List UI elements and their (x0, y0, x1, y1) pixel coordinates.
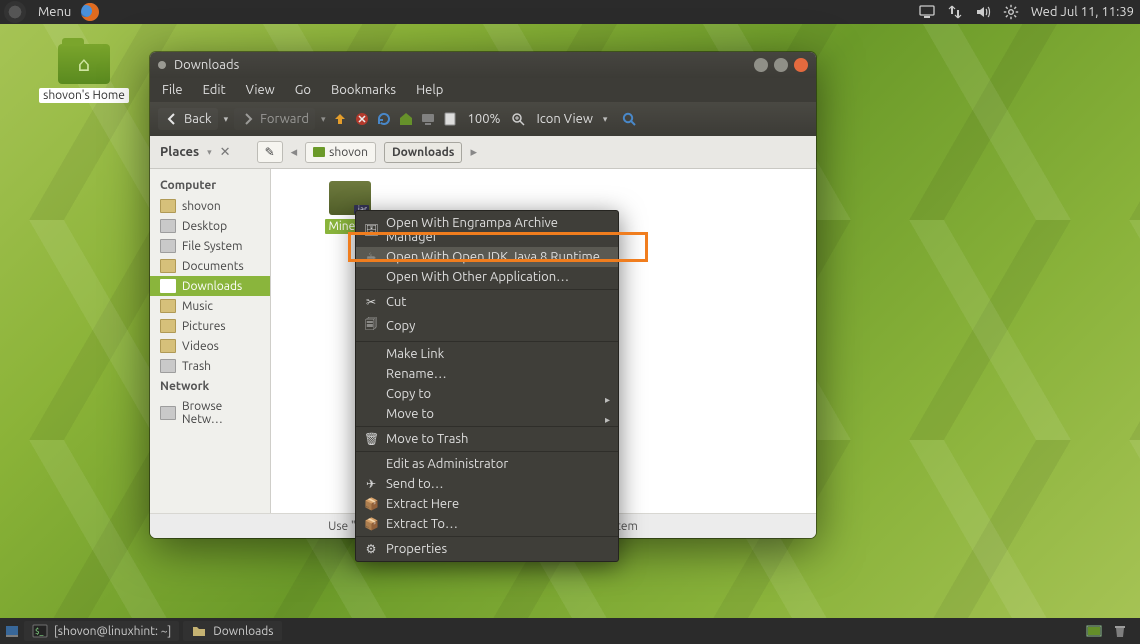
zoom-level[interactable]: 100% (464, 112, 505, 126)
show-desktop-icon[interactable] (4, 623, 20, 639)
view-mode-dropdown[interactable]: ▾ (603, 114, 608, 125)
task-files-label: Downloads (213, 625, 273, 638)
forward-history-dropdown[interactable]: ▾ (321, 114, 326, 125)
ctx-open-other[interactable]: Open With Other Application… (356, 267, 618, 287)
crumb-next-icon[interactable]: ▸ (470, 145, 477, 160)
terminal-icon: $_ (32, 623, 48, 639)
places-sidebar: Computer shovon Desktop File System Docu… (150, 169, 271, 513)
menu-file[interactable]: File (154, 81, 191, 99)
ctx-edit-admin[interactable]: Edit as Administrator (356, 454, 618, 474)
sidebar-item-downloads[interactable]: Downloads (150, 276, 270, 296)
window-title: Downloads (174, 58, 748, 72)
places-dropdown[interactable]: ▾ (207, 147, 212, 158)
task-terminal[interactable]: $_ [shovon@linuxhint: ~] (24, 621, 179, 641)
ctx-make-link[interactable]: Make Link (356, 344, 618, 364)
back-button[interactable]: Back (158, 108, 218, 130)
clock-label[interactable]: Wed Jul 11, 11:39 (1031, 5, 1134, 19)
stop-button[interactable] (354, 111, 370, 127)
folder-icon (58, 44, 110, 84)
sidebar-header-computer: Computer (150, 175, 270, 196)
network-icon[interactable] (947, 4, 963, 20)
window-titlebar[interactable]: Downloads (150, 52, 816, 78)
forward-button[interactable]: Forward (234, 108, 315, 130)
search-button[interactable] (621, 111, 637, 127)
volume-icon[interactable] (975, 4, 991, 20)
places-close-icon[interactable]: ✕ (220, 145, 231, 160)
home-button[interactable] (398, 111, 414, 127)
sidebar-item-shovon[interactable]: shovon (150, 196, 270, 216)
note-button[interactable] (442, 111, 458, 127)
breadcrumb-downloads[interactable]: Downloads (384, 142, 463, 163)
menu-go[interactable]: Go (287, 81, 319, 99)
settings-gear-icon[interactable] (1003, 4, 1019, 20)
home-desktop-icon[interactable]: shovon's Home (36, 44, 132, 103)
zoom-in-icon[interactable] (510, 111, 526, 127)
main-menu-button[interactable]: Menu (30, 3, 79, 21)
folder-icon (191, 623, 207, 639)
context-menu: 🗄Open With Engrampa Archive Manager ☕Ope… (355, 210, 619, 562)
ctx-copy-to[interactable]: Copy to (356, 384, 618, 404)
ctx-open-openjdk[interactable]: ☕Open With OpenJDK Java 8 Runtime (356, 247, 618, 267)
window-menu-icon[interactable] (158, 61, 166, 69)
svg-text:$_: $_ (35, 627, 44, 636)
up-button[interactable] (332, 111, 348, 127)
ctx-separator (356, 426, 618, 427)
ctx-rename[interactable]: Rename… (356, 364, 618, 384)
reload-button[interactable] (376, 111, 392, 127)
computer-button[interactable] (420, 111, 436, 127)
ctx-move-to-trash[interactable]: 🗑Move to Trash (356, 429, 618, 449)
ctx-extract-here[interactable]: 📦Extract Here (356, 494, 618, 514)
back-label: Back (184, 112, 212, 126)
sidebar-item-documents[interactable]: Documents (150, 256, 270, 276)
menu-bookmarks[interactable]: Bookmarks (323, 81, 404, 99)
places-label: Places (160, 145, 199, 159)
window-close-button[interactable] (794, 58, 808, 72)
ctx-extract-to[interactable]: 📦Extract To… (356, 514, 618, 534)
sidebar-item-music[interactable]: Music (150, 296, 270, 316)
distro-logo-icon[interactable] (4, 1, 26, 23)
task-files[interactable]: Downloads (183, 621, 281, 641)
sidebar-item-browse-network[interactable]: Browse Netw… (150, 397, 270, 429)
menu-view[interactable]: View (238, 81, 283, 99)
ctx-properties[interactable]: ⚙Properties (356, 539, 618, 559)
window-maximize-button[interactable] (774, 58, 788, 72)
ctx-separator (356, 536, 618, 537)
menu-bar: File Edit View Go Bookmarks Help (150, 78, 816, 102)
view-mode-selector[interactable]: Icon View (532, 112, 596, 126)
display-icon[interactable] (919, 4, 935, 20)
ctx-copy[interactable]: 🗐Copy (356, 312, 618, 339)
sidebar-item-desktop[interactable]: Desktop (150, 216, 270, 236)
crumb-prev-icon[interactable]: ◂ (291, 145, 298, 160)
path-edit-button[interactable]: ✎ (257, 141, 283, 163)
trash-icon[interactable] (1112, 623, 1128, 639)
menu-help[interactable]: Help (408, 81, 451, 99)
forward-label: Forward (260, 112, 309, 126)
ctx-send-to[interactable]: ✈Send to… (356, 474, 618, 494)
ctx-separator (356, 451, 618, 452)
sidebar-header-network: Network (150, 376, 270, 397)
toolbar: Back ▾ Forward ▾ 100% Icon View ▾ (150, 102, 816, 136)
sidebar-item-trash[interactable]: Trash (150, 356, 270, 376)
bottom-panel: $_ [shovon@linuxhint: ~] Downloads (0, 618, 1140, 644)
menu-edit[interactable]: Edit (195, 81, 234, 99)
workspace-switcher-icon[interactable] (1086, 623, 1102, 639)
home-desktop-icon-label: shovon's Home (39, 88, 129, 103)
sidebar-item-filesystem[interactable]: File System (150, 236, 270, 256)
window-minimize-button[interactable] (754, 58, 768, 72)
ctx-cut[interactable]: ✂Cut (356, 292, 618, 312)
desktop-background: Menu Wed Jul 11, 11:39 shovon's Home Dow (0, 0, 1140, 644)
ctx-separator (356, 341, 618, 342)
top-panel: Menu Wed Jul 11, 11:39 (0, 0, 1140, 24)
breadcrumb-shovon[interactable]: shovon (305, 142, 376, 163)
back-history-dropdown[interactable]: ▾ (224, 114, 229, 125)
sidebar-item-pictures[interactable]: Pictures (150, 316, 270, 336)
path-bar: Places ▾ ✕ ✎ ◂ shovon Downloads ▸ (150, 136, 816, 169)
sidebar-item-videos[interactable]: Videos (150, 336, 270, 356)
ctx-open-engrampa[interactable]: 🗄Open With Engrampa Archive Manager (356, 213, 618, 247)
ctx-separator (356, 289, 618, 290)
ctx-move-to[interactable]: Move to (356, 404, 618, 424)
task-terminal-label: [shovon@linuxhint: ~] (54, 625, 171, 638)
firefox-icon[interactable] (81, 3, 99, 21)
